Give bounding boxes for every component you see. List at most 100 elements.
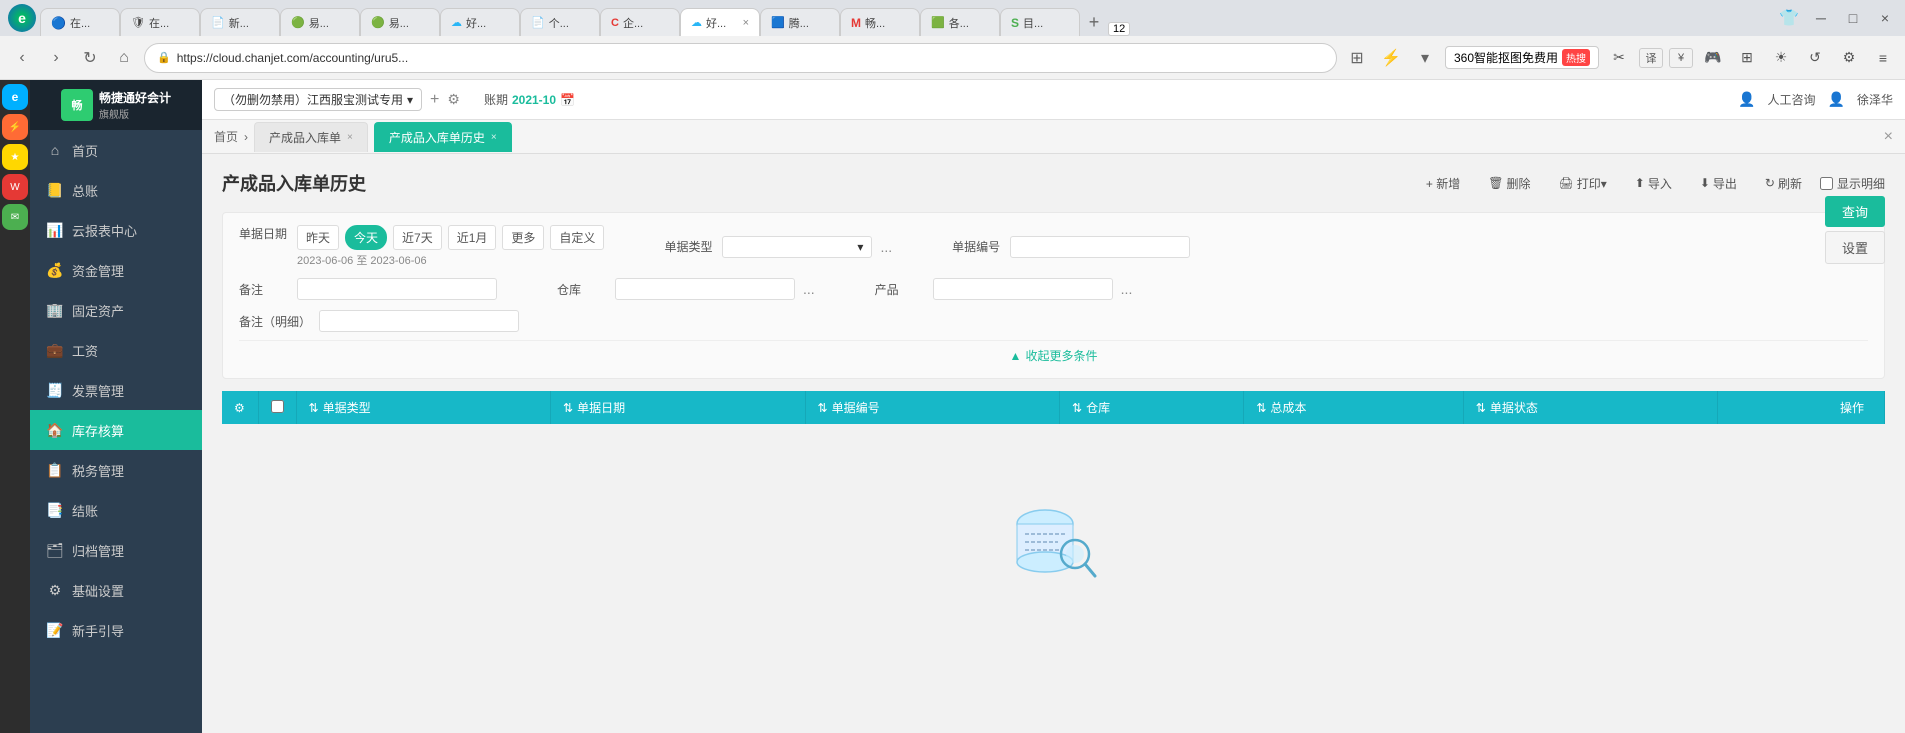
th-warehouse[interactable]: ⇅ 仓库 [1060, 391, 1244, 424]
app-icon-4[interactable]: W [2, 174, 28, 200]
lightning-button[interactable]: ⚡ [1377, 44, 1405, 72]
sidebar-item-ledger[interactable]: 📒 总账 [30, 170, 202, 210]
forward-button[interactable]: › [42, 44, 70, 72]
detail-note-filter-input[interactable] [319, 310, 519, 332]
browser-tab-13[interactable]: S 目... [1000, 8, 1080, 36]
number-filter-input[interactable] [1010, 236, 1190, 258]
import-button[interactable]: ⬆ 导入 [1625, 171, 1682, 196]
add-button[interactable]: + 新增 [1416, 171, 1470, 196]
date-btn-today[interactable]: 今天 [345, 225, 387, 250]
user-service-label[interactable]: 人工咨询 [1768, 91, 1816, 108]
grid-button[interactable]: ⊞ [1343, 44, 1371, 72]
dropdown-button[interactable]: ▾ [1411, 44, 1439, 72]
date-btn-custom[interactable]: 自定义 [550, 225, 604, 250]
sun-icon[interactable]: ☀ [1767, 44, 1795, 72]
sidebar-item-checkout[interactable]: 📑 结账 [30, 490, 202, 530]
undo-icon[interactable]: ↺ [1801, 44, 1829, 72]
tab-list[interactable]: 产成品入库单 × [254, 122, 368, 152]
date-btn-more[interactable]: 更多 [502, 225, 544, 250]
sidebar-item-settings[interactable]: ⚙ 基础设置 [30, 570, 202, 610]
browser-tab-7[interactable]: 📄 个... [520, 8, 600, 36]
browser-tab-4[interactable]: 🟢 易... [280, 8, 360, 36]
tab-list-close[interactable]: × [347, 132, 353, 143]
sidebar-item-archive[interactable]: 🗂 归档管理 [30, 530, 202, 570]
sidebar-item-inventory[interactable]: 🏠 库存核算 [30, 410, 202, 450]
date-btn-yesterday[interactable]: 昨天 [297, 225, 339, 250]
select-all-checkbox[interactable] [271, 400, 284, 413]
browser-tab-8[interactable]: C 企... [600, 8, 680, 36]
menu-icon[interactable]: ≡ [1869, 44, 1897, 72]
sidebar-item-newbill[interactable]: 📝 新手引导 [30, 610, 202, 650]
sidebar-item-home[interactable]: ⌂ 首页 [30, 130, 202, 170]
settings-filter-button[interactable]: 设置 [1825, 231, 1885, 264]
sidebar-item-invoice[interactable]: 🧾 发票管理 [30, 370, 202, 410]
home-button[interactable]: ⌂ [110, 44, 138, 72]
note-filter-input[interactable] [297, 278, 497, 300]
maximize-button[interactable]: □ [1841, 6, 1865, 30]
browser-tab-1[interactable]: 🔵 在... [40, 8, 120, 36]
browser-tab-9[interactable]: ☁ 好... × [680, 8, 760, 36]
minimize-button[interactable]: ─ [1809, 6, 1833, 30]
th-status[interactable]: ⇅ 单据状态 [1463, 391, 1718, 424]
th-gear[interactable]: ⚙ [222, 391, 258, 424]
address-bar[interactable]: 🔒 https://cloud.chanjet.com/accounting/u… [144, 43, 1337, 73]
sidebar-item-assets[interactable]: 🏢 固定资产 [30, 290, 202, 330]
close-button[interactable]: × [1873, 6, 1897, 30]
sidebar-item-payroll[interactable]: 💼 工资 [30, 330, 202, 370]
delete-button[interactable]: 🗑 删除 [1478, 171, 1540, 196]
company-selector[interactable]: （勿删勿禁用）江西服宝测试专用 ▾ [214, 88, 422, 111]
browser-tab-3[interactable]: 📄 新... [200, 8, 280, 36]
browser-tab-12[interactable]: 🟩 各... [920, 8, 1000, 36]
th-type[interactable]: ⇅ 单据类型 [296, 391, 551, 424]
translate-icon[interactable]: 译 [1639, 48, 1663, 68]
th-number[interactable]: ⇅ 单据编号 [805, 391, 1060, 424]
refresh-button-action[interactable]: ↻ 刷新 [1755, 171, 1812, 196]
browser-tab-10[interactable]: 🟦 腾... [760, 8, 840, 36]
sidebar-item-tax[interactable]: 📋 税务管理 [30, 450, 202, 490]
th-total-cost[interactable]: ⇅ 总成本 [1244, 391, 1463, 424]
app-icon-1[interactable]: e [2, 84, 28, 110]
yuan-icon[interactable]: ¥ [1669, 48, 1693, 68]
filter-row-3: 备注（明细） [239, 310, 1868, 332]
tab-history-close[interactable]: × [491, 132, 497, 143]
date-btn-7days[interactable]: 近7天 [393, 225, 442, 250]
calendar-icon[interactable]: 📅 [560, 93, 575, 107]
refresh-button[interactable]: ↻ [76, 44, 104, 72]
product-filter-input[interactable] [933, 278, 1113, 300]
settings-topbar-icon[interactable]: ⚙ [447, 91, 460, 108]
settings-icon[interactable]: ⚙ [1835, 44, 1863, 72]
username-label[interactable]: 徐泽华 [1857, 91, 1893, 108]
sidebar-item-funds[interactable]: 💰 资金管理 [30, 250, 202, 290]
browser-tab-5[interactable]: 🟢 易... [360, 8, 440, 36]
th-checkbox[interactable] [258, 391, 296, 424]
browser-tab-6[interactable]: ☁ 好... [440, 8, 520, 36]
tab-history[interactable]: 产成品入库单历史 × [374, 122, 512, 152]
app-icon-2[interactable]: ⚡ [2, 114, 28, 140]
query-button[interactable]: 查询 [1825, 196, 1885, 227]
collapse-filter-btn[interactable]: ▲ 收起更多条件 [239, 340, 1868, 366]
close-panel-btn[interactable]: × [1884, 128, 1893, 146]
breadcrumb-home[interactable]: 首页 [214, 120, 238, 153]
back-button[interactable]: ‹ [8, 44, 36, 72]
scissors-icon[interactable]: ✂ [1605, 44, 1633, 72]
game-icon[interactable]: 🎮 [1699, 44, 1727, 72]
app-icon-5[interactable]: ✉ [2, 204, 28, 230]
sidebar-item-reports[interactable]: 📊 云报表中心 [30, 210, 202, 250]
add-company-button[interactable]: + [430, 91, 439, 109]
app-icon-3[interactable]: ★ [2, 144, 28, 170]
search-box[interactable]: 360智能抠图免费用 热搜 [1445, 46, 1599, 69]
print-button[interactable]: 🖨 打印▾ [1548, 171, 1616, 196]
browser-tab-2[interactable]: 🛡 在... [120, 8, 200, 36]
tab-9-close[interactable]: × [743, 17, 749, 29]
warehouse-filter-input[interactable] [615, 278, 795, 300]
th-date[interactable]: ⇅ 单据日期 [551, 391, 806, 424]
apps-icon[interactable]: ⊞ [1733, 44, 1761, 72]
new-tab-button[interactable]: + [1080, 8, 1108, 36]
browser-tab-11[interactable]: M 畅... [840, 8, 920, 36]
note-filter-label: 备注 [239, 281, 289, 298]
show-columns-checkbox[interactable] [1820, 177, 1833, 190]
type-filter-select[interactable]: ▾ [722, 236, 872, 258]
date-btn-1month[interactable]: 近1月 [448, 225, 497, 250]
show-columns-check[interactable]: 显示明细 [1820, 175, 1885, 192]
export-button[interactable]: ⬇ 导出 [1690, 171, 1747, 196]
